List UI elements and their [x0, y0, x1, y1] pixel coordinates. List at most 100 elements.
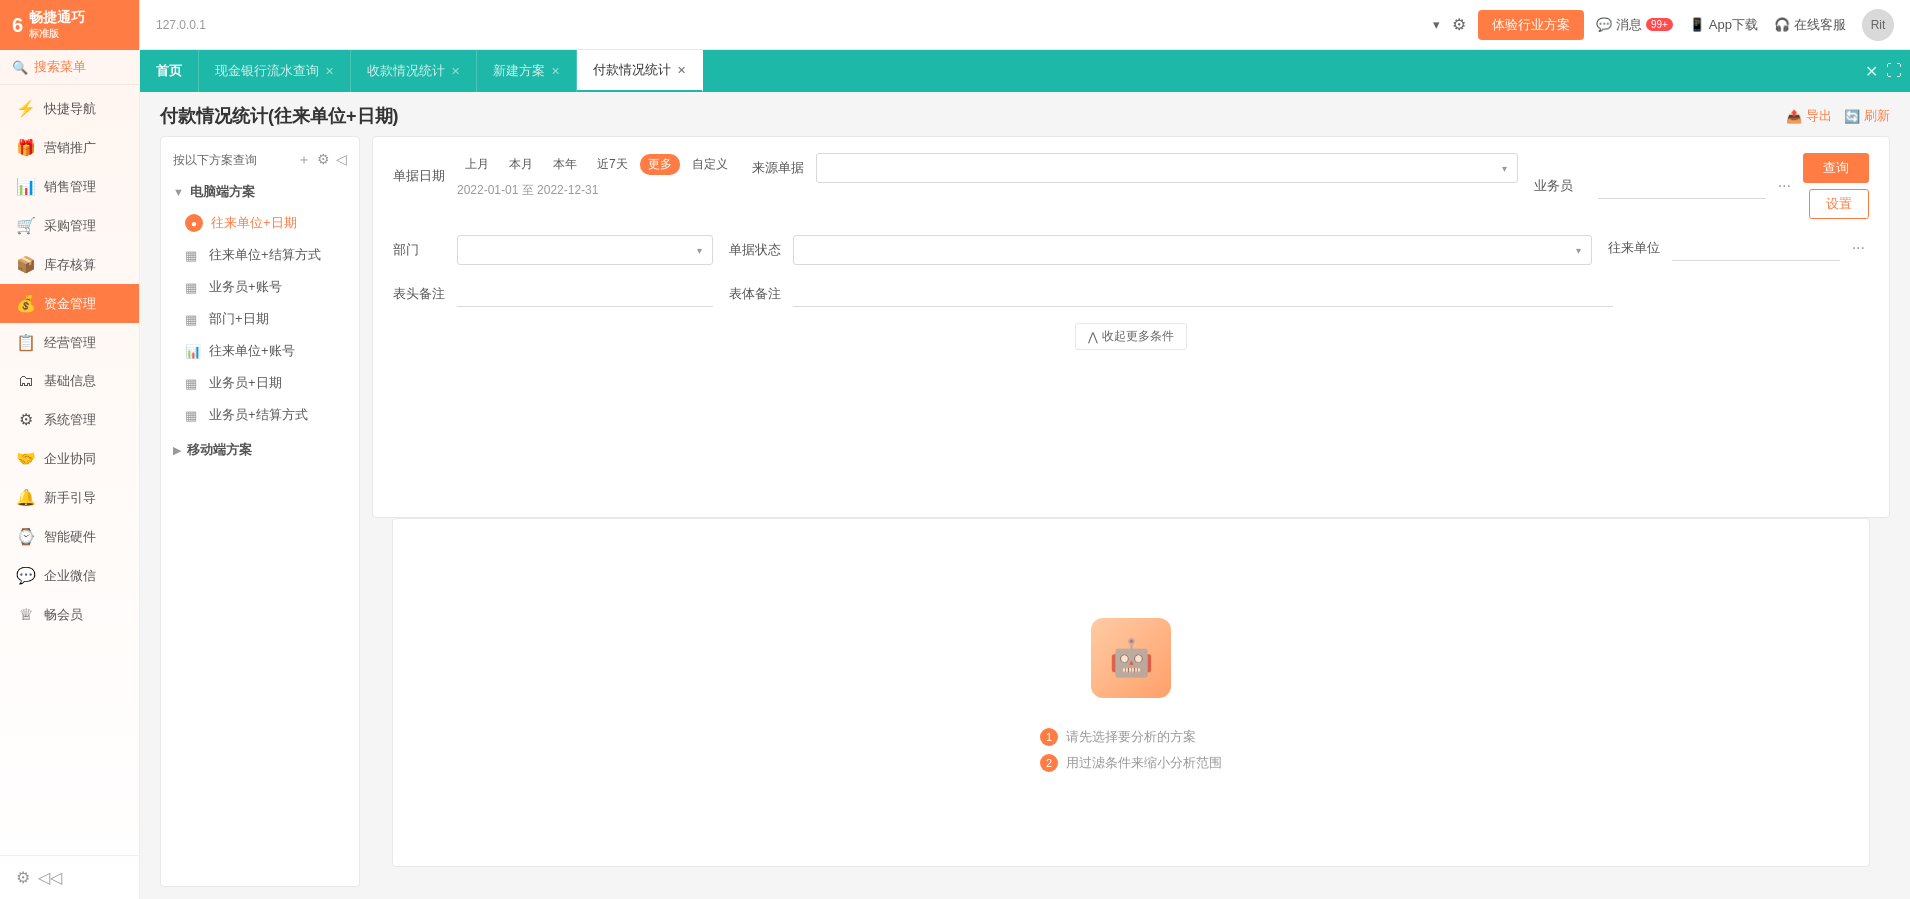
scheme-section-mobile-header[interactable]: ▶ 移动端方案 [161, 435, 359, 465]
date-buttons: 上月 本月 本年 近7天 更多 自定义 [457, 153, 736, 176]
topbar-dropdown-icon[interactable]: ▾ [1433, 17, 1440, 32]
sidebar-item-guide[interactable]: 🔔 新手引导 [0, 478, 139, 517]
sidebar-search[interactable]: 🔍 搜索菜单 [0, 50, 139, 85]
logo-icon: 6 [12, 14, 23, 37]
tab-new-scheme[interactable]: 新建方案 ✕ [477, 50, 577, 92]
sidebar-item-sales[interactable]: 📊 销售管理 [0, 167, 139, 206]
tab-cash-flow-close[interactable]: ✕ [325, 65, 334, 78]
tab-payment-stats[interactable]: 付款情况统计 ✕ [577, 50, 703, 92]
body-note-input[interactable] [793, 281, 1613, 307]
date-btn-this-year[interactable]: 本年 [545, 153, 585, 176]
scheme-collapse-icon[interactable]: ◁ [336, 151, 347, 169]
scheme-panel: 按以下方案查询 ＋ ⚙ ◁ ▼ 电脑端方案 ● 往来单位+日期 [160, 136, 360, 887]
tab-payment-stats-close[interactable]: ✕ [677, 64, 686, 77]
marketing-icon: 🎁 [16, 138, 36, 157]
collapse-button[interactable]: ⋀ 收起更多条件 [1075, 323, 1187, 350]
scheme-section-mobile: ▶ 移动端方案 [161, 435, 359, 469]
refresh-icon: 🔄 [1844, 109, 1860, 124]
app-download-button[interactable]: 📱 App下载 [1689, 16, 1758, 34]
doc-status-label: 单据状态 [729, 241, 785, 259]
finance-icon: 💰 [16, 294, 36, 313]
sidebar-item-label: 基础信息 [44, 372, 96, 390]
partner-input[interactable] [1672, 235, 1840, 261]
header-note-input[interactable] [457, 281, 713, 307]
scheme-item-salesman-settle[interactable]: ▦ 业务员+结算方式 [161, 399, 359, 431]
tab-close-all-icon[interactable]: ✕ [1865, 62, 1878, 81]
sidebar-item-label: 采购管理 [44, 217, 96, 235]
tab-new-scheme-label: 新建方案 [493, 62, 545, 80]
page-content: 付款情况统计(往来单位+日期) 📤 导出 🔄 刷新 按以下方案查询 ＋ [140, 92, 1910, 899]
dept-select[interactable]: ▾ [457, 235, 713, 265]
tab-cash-flow-label: 现金银行流水查询 [215, 62, 319, 80]
scheme-settings-icon[interactable]: ⚙ [317, 151, 330, 169]
scheme-item-salesman-date[interactable]: ▦ 业务员+日期 [161, 367, 359, 399]
date-label: 单据日期 [393, 167, 449, 185]
date-btn-last-month[interactable]: 上月 [457, 153, 497, 176]
sidebar-item-vip[interactable]: ♕ 畅会员 [0, 595, 139, 634]
collapse-label: 收起更多条件 [1102, 328, 1174, 345]
date-btn-custom[interactable]: 自定义 [684, 153, 736, 176]
tab-fullscreen-icon[interactable]: ⛶ [1886, 62, 1902, 80]
sidebar-item-inventory[interactable]: 📦 库存核算 [0, 245, 139, 284]
basic-info-icon: 🗂 [16, 372, 36, 390]
scheme-add-icon[interactable]: ＋ [297, 151, 311, 169]
export-icon: 📤 [1786, 109, 1802, 124]
partner-ellipsis[interactable]: ··· [1848, 239, 1869, 257]
tab-revenue-close[interactable]: ✕ [451, 65, 460, 78]
trial-button[interactable]: 体验行业方案 [1478, 10, 1584, 40]
source-select[interactable]: ▾ [816, 153, 1518, 183]
tab-payment-stats-label: 付款情况统计 [593, 61, 671, 79]
section-expand-icon: ▶ [173, 444, 181, 457]
query-btn-group: 查询 设置 [1803, 153, 1869, 219]
sidebar-item-quick-nav[interactable]: ⚡ 快捷导航 [0, 89, 139, 128]
message-button[interactable]: 💬 消息 99+ [1596, 16, 1673, 34]
tab-new-scheme-close[interactable]: ✕ [551, 65, 560, 78]
sidebar-item-enterprise[interactable]: 🤝 企业协同 [0, 439, 139, 478]
refresh-button[interactable]: 🔄 刷新 [1844, 107, 1890, 125]
query-button[interactable]: 查询 [1803, 153, 1869, 183]
salesman-ellipsis[interactable]: ··· [1774, 177, 1795, 195]
quick-nav-icon: ⚡ [16, 99, 36, 118]
filter-row-3: 表头备注 表体备注 [393, 281, 1869, 307]
scheme-item-partner-date[interactable]: ● 往来单位+日期 [161, 207, 359, 239]
footer-collapse-icon[interactable]: ◁◁ [38, 868, 62, 887]
sidebar-item-basic-info[interactable]: 🗂 基础信息 [0, 362, 139, 400]
service-button[interactable]: 🎧 在线客服 [1774, 16, 1846, 34]
scheme-section-desktop-header[interactable]: ▼ 电脑端方案 [161, 177, 359, 207]
footer-settings-icon[interactable]: ⚙ [16, 868, 30, 887]
export-button[interactable]: 📤 导出 [1786, 107, 1832, 125]
filter-group-partner: 往来单位 ··· [1608, 235, 1869, 261]
scheme-item-icon: ▦ [185, 248, 201, 263]
scheme-item-partner-account[interactable]: 📊 往来单位+账号 [161, 335, 359, 367]
sidebar-item-system[interactable]: ⚙ 系统管理 [0, 400, 139, 439]
sidebar-item-marketing[interactable]: 🎁 营销推广 [0, 128, 139, 167]
sidebar-item-hardware[interactable]: ⌚ 智能硬件 [0, 517, 139, 556]
sidebar-item-operation[interactable]: 📋 经营管理 [0, 323, 139, 362]
user-avatar[interactable]: Rit [1862, 9, 1894, 41]
sidebar-item-purchase[interactable]: 🛒 采购管理 [0, 206, 139, 245]
sidebar: 6 畅捷通巧 标准版 🔍 搜索菜单 ⚡ 快捷导航 🎁 营销推广 📊 销售管理 🛒… [0, 0, 140, 899]
scheme-item-icon: ▦ [185, 312, 201, 327]
sidebar-item-wechat[interactable]: 💬 企业微信 [0, 556, 139, 595]
scheme-item-dept-date[interactable]: ▦ 部门+日期 [161, 303, 359, 335]
scheme-item-salesman-account[interactable]: ▦ 业务员+账号 [161, 271, 359, 303]
sidebar-item-finance[interactable]: 💰 资金管理 [0, 284, 139, 323]
vip-icon: ♕ [16, 605, 36, 624]
tab-cash-flow[interactable]: 现金银行流水查询 ✕ [199, 50, 351, 92]
tab-home[interactable]: 首页 [140, 50, 199, 92]
date-group: 上月 本月 本年 近7天 更多 自定义 2022-01-01 至 2022-12… [457, 153, 736, 199]
date-btn-this-month[interactable]: 本月 [501, 153, 541, 176]
scheme-item-label: 往来单位+结算方式 [209, 246, 321, 264]
scheme-item-label: 业务员+结算方式 [209, 406, 308, 424]
date-btn-more[interactable]: 更多 [640, 154, 680, 175]
empty-steps: 1 请先选择要分析的方案 2 用过滤条件来缩小分析范围 [1040, 724, 1222, 776]
date-btn-7days[interactable]: 近7天 [589, 153, 636, 176]
topbar-right: 💬 消息 99+ 📱 App下载 🎧 在线客服 Rit [1596, 9, 1894, 41]
doc-status-select[interactable]: ▾ [793, 235, 1592, 265]
topbar-gear-icon[interactable]: ⚙ [1452, 15, 1466, 34]
scheme-item-partner-settle[interactable]: ▦ 往来单位+结算方式 [161, 239, 359, 271]
empty-step-1: 1 请先选择要分析的方案 [1040, 724, 1222, 750]
tab-revenue[interactable]: 收款情况统计 ✕ [351, 50, 477, 92]
settings-button[interactable]: 设置 [1809, 189, 1869, 219]
salesman-input[interactable] [1598, 173, 1766, 199]
